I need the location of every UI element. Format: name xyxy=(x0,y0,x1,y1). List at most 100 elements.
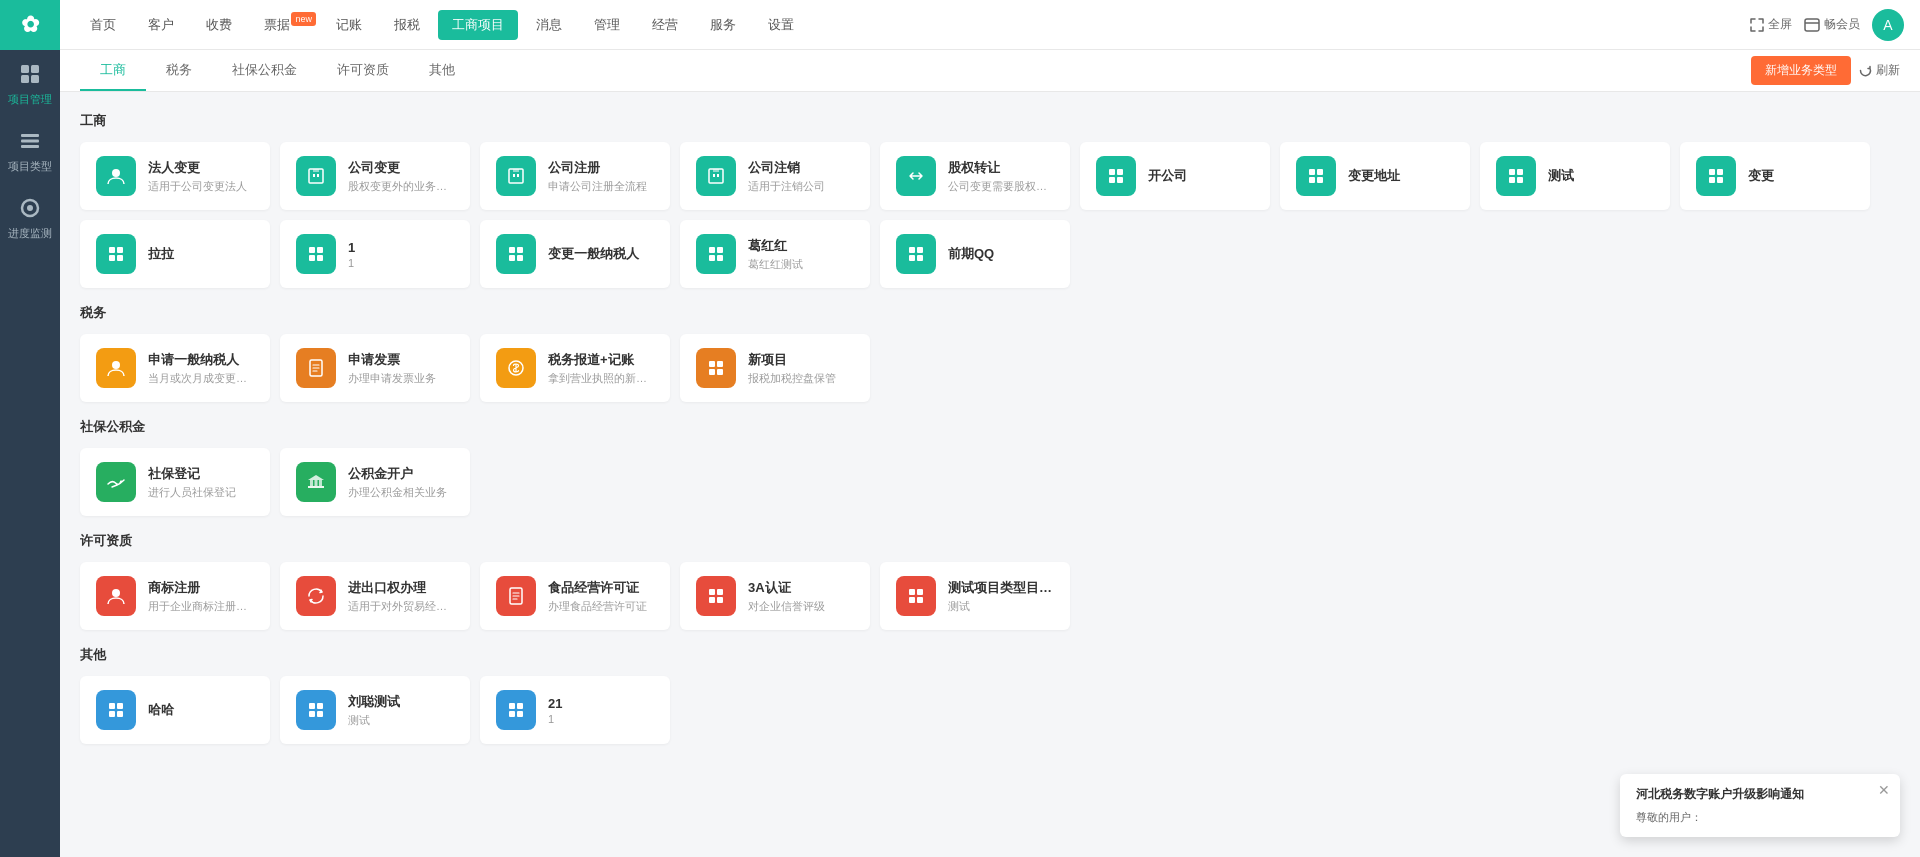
card-c4[interactable]: 公司注销适用于注销公司 xyxy=(680,142,870,210)
sidebar-item-progress[interactable]: 进度监测 xyxy=(0,184,60,251)
sidebar-item-project-management[interactable]: 项目管理 xyxy=(0,50,60,117)
nav-industry[interactable]: 工商项目 xyxy=(438,10,518,40)
svg-rect-28 xyxy=(1317,169,1323,175)
svg-rect-1 xyxy=(31,65,39,73)
svg-rect-66 xyxy=(310,480,313,486)
svg-rect-82 xyxy=(109,711,115,717)
svg-point-10 xyxy=(112,169,120,177)
nav-bookkeeping[interactable]: 记账 xyxy=(322,10,376,40)
svg-rect-42 xyxy=(117,255,123,261)
card-info-s2: 公积金开户办理公积金相关业务 xyxy=(348,465,454,500)
card-desc-x2: 适用于对外贸易经营者 xyxy=(348,599,454,614)
card-info-c8: 测试 xyxy=(1548,167,1654,185)
tab-other[interactable]: 其他 xyxy=(409,51,475,91)
scroll-content[interactable]: 工商法人变更适用于公司变更法人公司变更股权变更外的业务变更公司注册申请公司注册全… xyxy=(60,92,1920,857)
card-desc-t3: 拿到营业执照的新公司 xyxy=(548,371,654,386)
svg-rect-30 xyxy=(1317,177,1323,183)
nav-ticket[interactable]: 票据 new xyxy=(250,10,318,40)
card-desc-q2: 测试 xyxy=(348,713,454,728)
cards-grid-gongshang: 法人变更适用于公司变更法人公司变更股权变更外的业务变更公司注册申请公司注册全流程… xyxy=(80,142,1900,288)
card-c10[interactable]: 拉拉 xyxy=(80,220,270,288)
card-icon-c3 xyxy=(496,156,536,196)
card-x5[interactable]: 测试项目类型目定义测试 xyxy=(880,562,1070,630)
member-btn[interactable]: 畅会员 xyxy=(1804,16,1860,33)
tab-permit[interactable]: 许可资质 xyxy=(317,51,409,91)
tab-tax[interactable]: 税务 xyxy=(146,51,212,91)
svg-rect-63 xyxy=(717,361,723,367)
cards-grid-shebao: 社保登记进行人员社保登记 公积金开户办理公积金相关业务 xyxy=(80,448,1900,516)
card-info-x3: 食品经营许可证办理食品经营许可证 xyxy=(548,579,654,614)
notification-close-btn[interactable]: ✕ xyxy=(1878,782,1890,798)
card-c8[interactable]: 测试 xyxy=(1480,142,1670,210)
card-c3[interactable]: 公司注册申请公司注册全流程 xyxy=(480,142,670,210)
nav-settings[interactable]: 设置 xyxy=(754,10,808,40)
svg-rect-32 xyxy=(1517,169,1523,175)
card-c7[interactable]: 变更地址 xyxy=(1280,142,1470,210)
card-x1[interactable]: 商标注册用于企业商标注册服务 xyxy=(80,562,270,630)
card-desc-x3: 办理食品经营许可证 xyxy=(548,599,654,614)
card-info-x2: 进出口权办理适用于对外贸易经营者 xyxy=(348,579,454,614)
svg-point-59 xyxy=(112,361,120,369)
tab-social[interactable]: 社保公积金 xyxy=(212,51,317,91)
nav-home[interactable]: 首页 xyxy=(76,10,130,40)
card-desc-s2: 办理公积金相关业务 xyxy=(348,485,454,500)
card-x2[interactable]: 进出口权办理适用于对外贸易经营者 xyxy=(280,562,470,630)
avatar[interactable]: A xyxy=(1872,9,1904,41)
card-info-c14: 前期QQ xyxy=(948,245,1054,263)
card-c5[interactable]: 股权转让公司变更需要股权转让 xyxy=(880,142,1070,210)
card-x3[interactable]: 食品经营许可证办理食品经营许可证 xyxy=(480,562,670,630)
svg-rect-45 xyxy=(309,255,315,261)
card-c13[interactable]: 葛红红葛红红测试 xyxy=(680,220,870,288)
nav-message[interactable]: 消息 xyxy=(522,10,576,40)
card-q3[interactable]: 211 xyxy=(480,676,670,744)
card-title-x4: 3A认证 xyxy=(748,579,854,597)
card-t4[interactable]: 新项目报税加税控盘保管 xyxy=(680,334,870,402)
card-t2[interactable]: 申请发票办理申请发票业务 xyxy=(280,334,470,402)
card-c2[interactable]: 公司变更股权变更外的业务变更 xyxy=(280,142,470,210)
card-s1[interactable]: 社保登记进行人员社保登记 xyxy=(80,448,270,516)
svg-rect-89 xyxy=(517,703,523,709)
card-q2[interactable]: 刘聪测试测试 xyxy=(280,676,470,744)
section-title-shuiwu: 税务 xyxy=(80,304,1900,322)
svg-rect-47 xyxy=(509,247,515,253)
card-c11[interactable]: 11 xyxy=(280,220,470,288)
card-q1[interactable]: 哈哈 xyxy=(80,676,270,744)
tabs: 工商 税务 社保公积金 许可资质 其他 xyxy=(80,51,475,91)
svg-rect-2 xyxy=(21,75,29,83)
svg-rect-69 xyxy=(308,486,324,488)
card-c9[interactable]: 变更 xyxy=(1680,142,1870,210)
add-type-button[interactable]: 新增业务类型 xyxy=(1751,56,1851,85)
card-x4[interactable]: 3A认证对企业信誉评级 xyxy=(680,562,870,630)
card-s2[interactable]: 公积金开户办理公积金相关业务 xyxy=(280,448,470,516)
card-icon-s2 xyxy=(296,462,336,502)
cards-grid-xuke: 商标注册用于企业商标注册服务 进出口权办理适用于对外贸易经营者 食品经营许可证办理食… xyxy=(80,562,1900,630)
card-t1[interactable]: 申请一般纳税人当月或次月成变更完成 xyxy=(80,334,270,402)
tab-industry[interactable]: 工商 xyxy=(80,51,146,91)
card-c6[interactable]: 开公司 xyxy=(1080,142,1270,210)
svg-rect-62 xyxy=(709,361,715,367)
card-desc-c1: 适用于公司变更法人 xyxy=(148,179,254,194)
nav-operation[interactable]: 经营 xyxy=(638,10,692,40)
nav-manage[interactable]: 管理 xyxy=(580,10,634,40)
svg-rect-4 xyxy=(21,134,39,137)
refresh-button[interactable]: 刷新 xyxy=(1859,62,1900,79)
card-desc-t4: 报税加税控盘保管 xyxy=(748,371,854,386)
sidebar-item-project-type[interactable]: 项目类型 xyxy=(0,117,60,184)
nav-fee[interactable]: 收费 xyxy=(192,10,246,40)
nav-customer[interactable]: 客户 xyxy=(134,10,188,40)
nav-service[interactable]: 服务 xyxy=(696,10,750,40)
nav-tax[interactable]: 报税 xyxy=(380,10,434,40)
svg-rect-64 xyxy=(709,369,715,375)
card-info-c11: 11 xyxy=(348,240,454,269)
svg-rect-13 xyxy=(317,174,319,177)
card-t3[interactable]: 税务报道+记账拿到营业执照的新公司 xyxy=(480,334,670,402)
sidebar-logo: ✿ xyxy=(0,0,60,50)
card-icon-c7 xyxy=(1296,156,1336,196)
card-c1[interactable]: 法人变更适用于公司变更法人 xyxy=(80,142,270,210)
svg-rect-31 xyxy=(1509,169,1515,175)
fullscreen-btn[interactable]: 全屏 xyxy=(1750,16,1792,33)
card-c14[interactable]: 前期QQ xyxy=(880,220,1070,288)
card-info-t3: 税务报道+记账拿到营业执照的新公司 xyxy=(548,351,654,386)
card-c12[interactable]: 变更一般纳税人 xyxy=(480,220,670,288)
card-desc-s1: 进行人员社保登记 xyxy=(148,485,254,500)
